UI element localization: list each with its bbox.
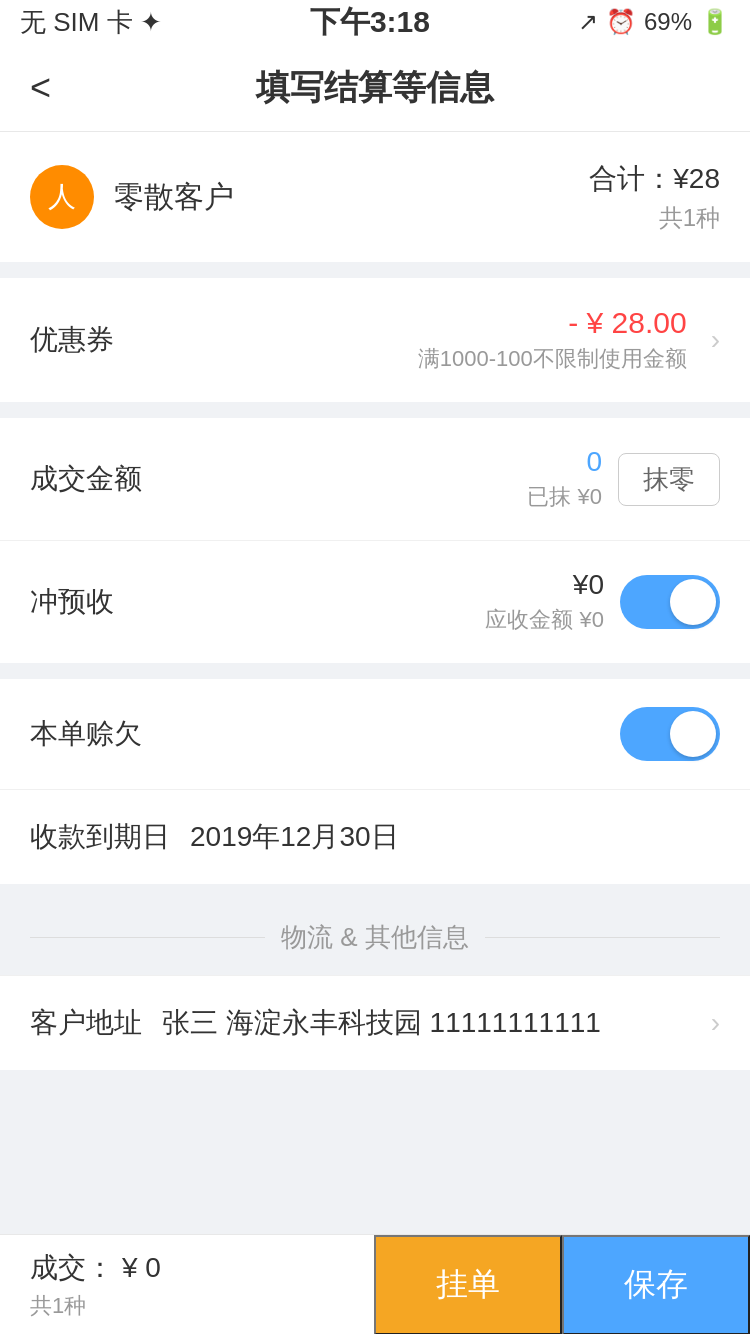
prepayment-value-area: ¥0 应收金额 ¥0 [485, 569, 604, 635]
debt-toggle[interactable] [620, 707, 720, 761]
coupon-row[interactable]: 优惠券 - ¥ 28.00 满1000-100不限制使用金额 › [0, 278, 750, 402]
summary-amount: ¥ 0 [122, 1252, 161, 1284]
deal-amount-right: 0 已抹 ¥0 抹零 [527, 446, 720, 512]
customer-name: 零散客户 [114, 177, 234, 218]
total-count: 共1种 [589, 202, 720, 234]
deal-amount-row: 成交金额 0 已抹 ¥0 抹零 [0, 418, 750, 540]
debt-label: 本单赊欠 [30, 715, 142, 753]
logistics-title: 物流 & 其他信息 [30, 920, 720, 955]
deal-amount-label: 成交金额 [30, 460, 142, 498]
coupon-label: 优惠券 [30, 321, 114, 359]
prepayment-sub: 应收金额 ¥0 [485, 605, 604, 635]
battery-level: 69% [644, 8, 692, 36]
save-button[interactable]: 保存 [562, 1235, 750, 1335]
sim-status: 无 SIM 卡 ✦ [20, 5, 162, 40]
coupon-chevron: › [711, 324, 720, 356]
coupon-value-area: - ¥ 28.00 满1000-100不限制使用金额 [418, 306, 687, 374]
debt-row: 本单赊欠 [0, 679, 750, 789]
customer-info: 人 零散客户 [30, 165, 234, 229]
deal-amount-value-area: 0 已抹 ¥0 [527, 446, 602, 512]
address-row[interactable]: 客户地址 张三 海淀永丰科技园 11111111111 › [0, 975, 750, 1070]
avatar: 人 [30, 165, 94, 229]
hold-button[interactable]: 挂单 [374, 1235, 562, 1335]
coupon-sub: 满1000-100不限制使用金额 [418, 344, 687, 374]
due-date-label: 收款到期日 [30, 818, 170, 856]
logistics-section: 物流 & 其他信息 客户地址 张三 海淀永丰科技园 11111111111 › [0, 900, 750, 1070]
round-off-button[interactable]: 抹零 [618, 453, 720, 506]
location-icon: ↗ [578, 8, 598, 36]
avatar-icon: 人 [48, 178, 76, 216]
summary-count: 共1种 [30, 1291, 344, 1321]
battery-icon: 🔋 [700, 8, 730, 36]
status-time: 下午3:18 [310, 2, 430, 43]
summary-label: 成交： [30, 1249, 114, 1287]
coupon-section: 优惠券 - ¥ 28.00 满1000-100不限制使用金额 › [0, 278, 750, 402]
logistics-title-text: 物流 & 其他信息 [281, 920, 469, 955]
status-right: ↗ ⏰ 69% 🔋 [578, 8, 730, 36]
status-left: 无 SIM 卡 ✦ [20, 5, 162, 40]
coupon-right: - ¥ 28.00 满1000-100不限制使用金额 › [418, 306, 720, 374]
debt-toggle-knob [670, 711, 716, 757]
customer-row: 人 零散客户 合计：¥28 共1种 [0, 132, 750, 262]
prepayment-row: 冲预收 ¥0 应收金额 ¥0 [0, 540, 750, 663]
due-date-value: 2019年12月30日 [190, 818, 399, 856]
bottom-bar: 成交： ¥ 0 共1种 挂单 保存 [0, 1234, 750, 1334]
back-button[interactable]: < [30, 67, 51, 109]
bottom-summary: 成交： ¥ 0 共1种 [0, 1249, 374, 1321]
prepayment-toggle[interactable] [620, 575, 720, 629]
status-bar: 无 SIM 卡 ✦ 下午3:18 ↗ ⏰ 69% 🔋 [0, 0, 750, 44]
address-chevron: › [711, 1007, 720, 1039]
debt-right [620, 707, 720, 761]
due-date-row: 收款到期日 2019年12月30日 [0, 789, 750, 884]
address-label: 客户地址 [30, 1004, 142, 1042]
deal-amount-sub: 已抹 ¥0 [527, 482, 602, 512]
toggle-knob [670, 579, 716, 625]
coupon-value: - ¥ 28.00 [568, 306, 686, 340]
deal-amount-value: 0 [586, 446, 602, 478]
customer-total: 合计：¥28 共1种 [589, 160, 720, 234]
nav-bar: < 填写结算等信息 [0, 44, 750, 132]
bottom-summary-main: 成交： ¥ 0 [30, 1249, 344, 1287]
address-value: 张三 海淀永丰科技园 11111111111 [162, 1004, 703, 1042]
deal-prepayment-section: 成交金额 0 已抹 ¥0 抹零 冲预收 ¥0 应收金额 ¥0 [0, 418, 750, 663]
debt-section: 本单赊欠 收款到期日 2019年12月30日 [0, 679, 750, 884]
customer-section: 人 零散客户 合计：¥28 共1种 [0, 132, 750, 262]
prepayment-right: ¥0 应收金额 ¥0 [485, 569, 720, 635]
page-title: 填写结算等信息 [256, 65, 494, 111]
prepayment-label: 冲预收 [30, 583, 114, 621]
logistics-header: 物流 & 其他信息 [0, 900, 750, 975]
alarm-icon: ⏰ [606, 8, 636, 36]
total-amount: 合计：¥28 [589, 160, 720, 198]
prepayment-value: ¥0 [573, 569, 604, 601]
